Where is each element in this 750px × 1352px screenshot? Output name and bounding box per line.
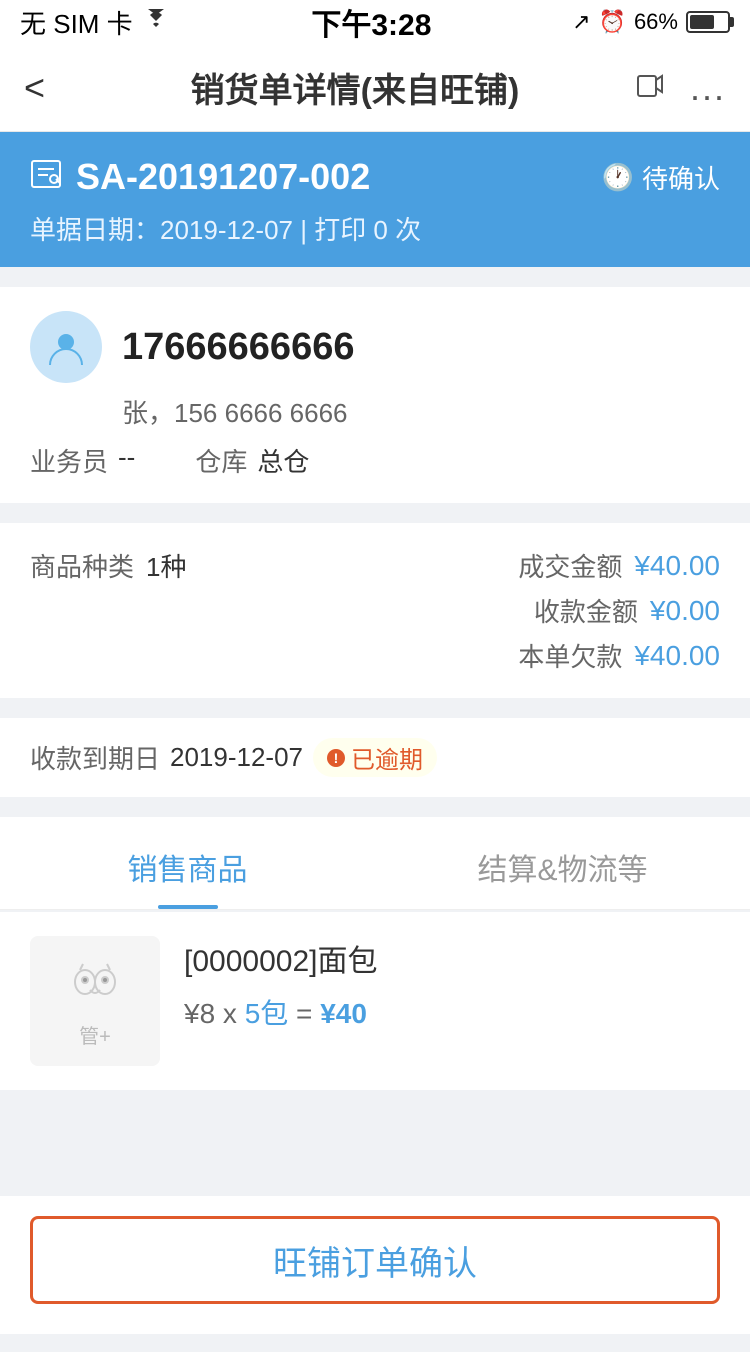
status-time: 下午3:28 [311,0,431,44]
price-total: ¥40 [320,998,367,1029]
tab-settlement-logistics[interactable]: 结算&物流等 [375,817,750,909]
brand-owl-icon [65,954,125,1016]
customer-name: 张，156 6666 6666 [30,393,720,430]
nav-actions: ... [626,67,726,109]
order-number: SA-20191207-002 [30,156,370,198]
payment-label: 收款金额 [534,592,638,629]
sales-value: -- [118,442,135,479]
transaction-value: ¥40.00 [634,550,720,582]
customer-section: 17666666666 张，156 6666 6666 业务员 -- 仓库 总仓 [0,287,750,503]
customer-meta: 业务员 -- 仓库 总仓 [30,442,720,479]
summary-left: 商品种类 1种 [30,547,186,584]
share-icon[interactable] [634,68,666,108]
location-icon: ↗ [572,9,590,35]
overdue-text: 已逾期 [351,740,423,775]
product-type-value: 1种 [146,547,186,584]
order-header-top: SA-20191207-002 🕐 待确认 [30,156,720,198]
page-title: 销货单详情(来自旺铺) [84,63,626,112]
avatar [30,311,102,383]
due-section: 收款到期日 2019-12-07 ! 已逾期 [0,718,750,797]
customer-phone: 17666666666 [122,326,354,369]
order-doc-icon [30,156,66,198]
product-thumb-inner: 管+ [65,954,125,1049]
tabs-section: 销售商品 结算&物流等 [0,817,750,910]
warehouse-label: 仓库 [195,442,247,479]
summary-section: 商品种类 1种 成交金额 ¥40.00 收款金额 ¥0.00 本单欠款 ¥40.… [0,523,750,698]
battery-percent: 66% [634,9,678,35]
summary-right: 成交金额 ¥40.00 收款金额 ¥0.00 本单欠款 ¥40.00 [518,547,720,674]
wifi-icon [141,7,171,38]
payment-row: 收款金额 ¥0.00 [534,592,720,629]
transaction-row: 成交金额 ¥40.00 [518,547,720,584]
order-date: 单据日期：2019-12-07 | 打印 0 次 [30,210,720,247]
price-equals: = [288,998,320,1029]
due-date-value: 2019-12-07 [170,742,303,773]
tab-sales-products[interactable]: 销售商品 [0,817,375,909]
sales-meta: 业务员 -- [30,442,135,479]
price-qty: 5包 [245,998,289,1029]
product-price: ¥8 x 5包 = ¥40 [184,992,720,1032]
warehouse-meta: 仓库 总仓 [195,442,309,479]
product-type-label: 商品种类 [30,547,134,584]
order-status: 🕐 待确认 [602,159,720,196]
back-button[interactable]: < [24,67,84,109]
status-bar: 无 SIM 卡 下午3:28 ↗ ⏰ 66% [0,0,750,44]
sales-label: 业务员 [30,442,108,479]
confirm-button-wrapper: 旺铺订单确认 [0,1196,750,1334]
confirm-order-button[interactable]: 旺铺订单确认 [30,1216,720,1304]
battery-icon [686,11,730,33]
overdue-icon: ! [327,749,345,767]
more-icon[interactable]: ... [690,67,726,109]
transaction-label: 成交金额 [518,547,622,584]
brand-label: 管+ [79,1020,111,1049]
payment-value: ¥0.00 [650,595,720,627]
warehouse-value: 总仓 [257,442,309,479]
product-section: 管+ [0000002]面包 ¥8 x 5包 = ¥40 [0,912,750,1090]
alarm-icon: ⏰ [599,9,626,35]
price-text: ¥8 x [184,998,245,1029]
carrier-text: 无 SIM 卡 [20,4,133,41]
clock-icon: 🕐 [602,162,634,193]
balance-label: 本单欠款 [518,637,622,674]
order-header: SA-20191207-002 🕐 待确认 单据日期：2019-12-07 | … [0,132,750,267]
nav-bar: < 销货单详情(来自旺铺) ... [0,44,750,132]
product-info: [0000002]面包 ¥8 x 5包 = ¥40 [184,936,720,1032]
product-item: 管+ [0000002]面包 ¥8 x 5包 = ¥40 [30,936,720,1066]
product-thumbnail: 管+ [30,936,160,1066]
status-indicators: ↗ ⏰ 66% [572,9,730,35]
product-name: [0000002]面包 [184,936,720,980]
balance-value: ¥40.00 [634,640,720,672]
customer-row: 17666666666 [30,311,720,383]
product-type-row: 商品种类 1种 [30,547,186,584]
balance-row: 本单欠款 ¥40.00 [518,637,720,674]
due-label: 收款到期日 [30,739,160,776]
overdue-badge: ! 已逾期 [313,738,437,777]
status-carrier-wifi: 无 SIM 卡 [20,4,171,41]
